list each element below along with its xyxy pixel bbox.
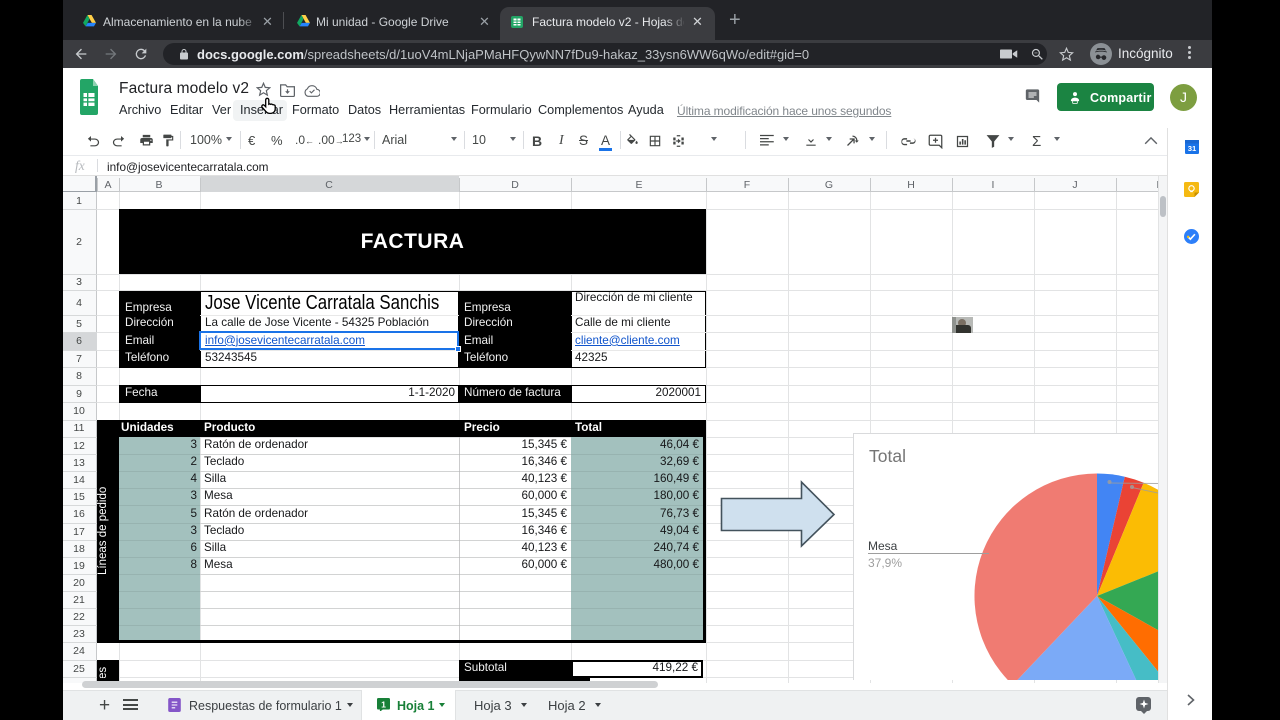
svg-text:Mesa: Mesa	[868, 539, 898, 553]
svg-text:37,9%: 37,9%	[868, 556, 902, 570]
svg-text:Total: Total	[869, 446, 906, 466]
svg-text:1: 1	[381, 699, 386, 709]
svg-text:31: 31	[1188, 144, 1197, 153]
